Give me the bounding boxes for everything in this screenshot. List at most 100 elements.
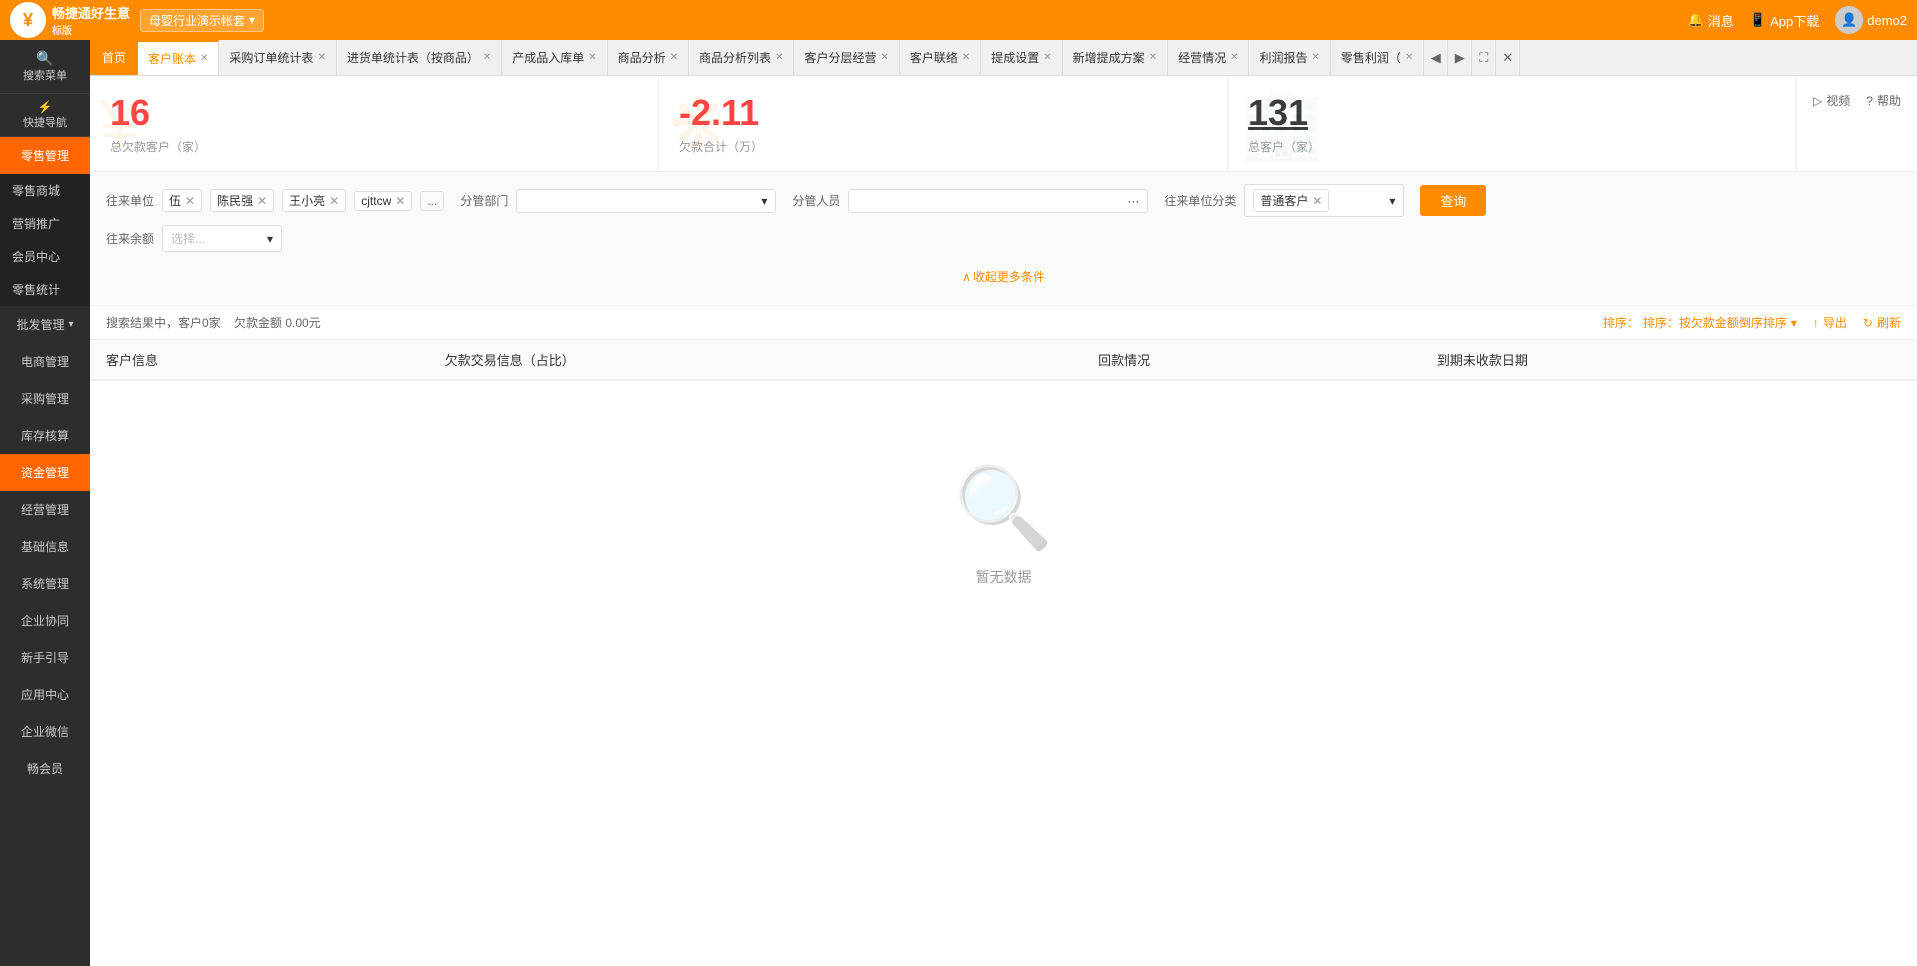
close-icon[interactable]: ✕ bbox=[483, 52, 491, 63]
close-icon[interactable]: ✕ bbox=[670, 52, 678, 63]
tab-add-commission[interactable]: 新增提成方案 ✕ bbox=[1063, 40, 1168, 76]
avatar: 👤 bbox=[1835, 6, 1863, 34]
collapse-button[interactable]: ∧ 收起更多条件 bbox=[962, 268, 1045, 285]
remove-unit-class[interactable]: ✕ bbox=[1312, 194, 1322, 208]
tab-customer-tier[interactable]: 客户分层经营 ✕ bbox=[794, 40, 899, 76]
dept-filter-select[interactable]: ▾ bbox=[516, 189, 776, 213]
content-area: 首页 客户账本 ✕ 采购订单统计表 ✕ 进货单统计表（按商品） ✕ 产成品入库单… bbox=[90, 40, 1917, 966]
close-icon[interactable]: ✕ bbox=[317, 52, 325, 63]
video-help-button[interactable]: ▷ 视频 bbox=[1813, 92, 1850, 109]
close-icon[interactable]: ✕ bbox=[1149, 52, 1157, 63]
unit-class-label: 往来单位分类 bbox=[1164, 192, 1236, 209]
close-icon[interactable]: ✕ bbox=[1312, 52, 1320, 63]
query-button[interactable]: 查询 bbox=[1420, 185, 1486, 216]
search-icon: 🔍 bbox=[36, 50, 53, 66]
download-icon: 📱 bbox=[1750, 12, 1766, 28]
sidebar-item-member[interactable]: 会员中心 bbox=[0, 240, 90, 273]
close-icon[interactable]: ✕ bbox=[1405, 52, 1413, 63]
filter-row-2: 往来余额 选择... ▾ bbox=[106, 225, 1901, 252]
data-table: 客户信息 欠款交易信息（占比） 回款情况 到期未收款日期 bbox=[90, 340, 1917, 381]
person-filter-label: 分管人员 bbox=[792, 192, 840, 209]
stat-overdue-amount: ❋ -2.11 欠款合计（万） bbox=[659, 76, 1228, 171]
search-result-bar: 搜索结果中，客户0家 欠款金额 0.00元 排序： 排序：按欠款金额倒序排序 ▾… bbox=[90, 306, 1917, 340]
tab-maximize[interactable]: ⛶ bbox=[1472, 40, 1496, 76]
close-icon[interactable]: ✕ bbox=[200, 53, 208, 64]
sidebar-item-wechat[interactable]: 企业微信 bbox=[0, 713, 90, 750]
unit-class-select[interactable]: 普通客户 ✕ ▾ bbox=[1244, 184, 1404, 217]
sidebar-quick-nav[interactable]: ⚡ 快捷导航 bbox=[0, 94, 90, 137]
person-filter-select[interactable]: ··· bbox=[848, 189, 1148, 213]
result-summary: 搜索结果中，客户0家 欠款金额 0.00元 bbox=[106, 314, 321, 331]
sidebar-item-basic-info[interactable]: 基础信息 bbox=[0, 528, 90, 565]
close-icon[interactable]: ✕ bbox=[1230, 52, 1238, 63]
empty-state: 🔍 暂无数据 bbox=[90, 381, 1917, 667]
tab-production-inbound[interactable]: 产成品入库单 ✕ bbox=[502, 40, 607, 76]
tab-retail-profit[interactable]: 零售利润（ ✕ bbox=[1331, 40, 1424, 76]
sidebar-item-operations[interactable]: 经营管理 bbox=[0, 491, 90, 528]
close-icon[interactable]: ✕ bbox=[1043, 52, 1051, 63]
col-due-date: 到期未收款日期 bbox=[1421, 340, 1917, 380]
close-icon[interactable]: ✕ bbox=[775, 52, 783, 63]
refresh-button[interactable]: ↻ 刷新 bbox=[1863, 314, 1901, 331]
tab-inbound-by-product[interactable]: 进货单统计表（按商品） ✕ bbox=[337, 40, 502, 76]
sidebar-item-wholesale[interactable]: 批发管理 ▾ bbox=[0, 306, 90, 343]
tab-close-all[interactable]: ✕ bbox=[1496, 40, 1520, 76]
stat-total-customers: 🏢 131 总客户（家） bbox=[1228, 76, 1797, 171]
sidebar-item-enterprise-collab[interactable]: 企业协同 bbox=[0, 602, 90, 639]
balance-filter-select[interactable]: 选择... ▾ bbox=[162, 225, 282, 252]
tab-customer-account[interactable]: 客户账本 ✕ bbox=[138, 40, 219, 76]
more-tags-button[interactable]: ... bbox=[420, 191, 444, 211]
dept-filter-label: 分管部门 bbox=[460, 192, 508, 209]
tab-profit-report[interactable]: 利润报告 ✕ bbox=[1249, 40, 1330, 76]
messages-button[interactable]: 🔔 消息 bbox=[1688, 11, 1734, 30]
close-icon[interactable]: ✕ bbox=[588, 52, 596, 63]
sidebar-item-inventory[interactable]: 库存核算 bbox=[0, 417, 90, 454]
filter-tag-chen[interactable]: 陈民强 ✕ bbox=[210, 189, 274, 212]
sidebar-item-purchase[interactable]: 采购管理 bbox=[0, 380, 90, 417]
chevron-down-icon: ▾ bbox=[249, 13, 255, 27]
close-icon[interactable]: ✕ bbox=[880, 52, 888, 63]
tab-purchase-order[interactable]: 采购订单统计表 ✕ bbox=[219, 40, 336, 76]
remove-filter-wu[interactable]: ✕ bbox=[185, 194, 195, 208]
sidebar-item-system[interactable]: 系统管理 bbox=[0, 565, 90, 602]
tab-scroll-right[interactable]: ▶ bbox=[1448, 40, 1472, 76]
remove-filter-chen[interactable]: ✕ bbox=[257, 194, 267, 208]
sort-select[interactable]: 排序： 排序：按欠款金额倒序排序 ▾ bbox=[1603, 314, 1797, 331]
remove-filter-cjttcw[interactable]: ✕ bbox=[395, 194, 405, 208]
app-download-button[interactable]: 📱 App下载 bbox=[1750, 11, 1819, 30]
refresh-icon: ↻ bbox=[1863, 316, 1873, 330]
tab-commission-settings[interactable]: 提成设置 ✕ bbox=[981, 40, 1062, 76]
tab-product-analysis[interactable]: 商品分析 ✕ bbox=[608, 40, 689, 76]
sidebar-item-app-center[interactable]: 应用中心 bbox=[0, 676, 90, 713]
unit-class-tag[interactable]: 普通客户 ✕ bbox=[1253, 189, 1329, 212]
sidebar-item-ecommerce[interactable]: 电商管理 bbox=[0, 343, 90, 380]
main-layout: 🔍 搜索菜单 ⚡ 快捷导航 零售管理 零售商城 营销推广 会员中心 零售统计 批… bbox=[0, 40, 1917, 966]
help-button[interactable]: ? 帮助 bbox=[1866, 92, 1901, 109]
tab-scroll-left[interactable]: ◀ bbox=[1424, 40, 1448, 76]
sidebar-item-guide[interactable]: 新手引导 bbox=[0, 639, 90, 676]
sidebar-item-retail-stats[interactable]: 零售统计 bbox=[0, 273, 90, 306]
help-area: ▷ 视频 ? 帮助 bbox=[1797, 76, 1917, 171]
nav-icon: ⚡ bbox=[38, 100, 53, 114]
close-icon[interactable]: ✕ bbox=[962, 52, 970, 63]
sidebar-item-vip[interactable]: 畅会员 bbox=[0, 750, 90, 787]
export-button[interactable]: ↑ 导出 bbox=[1813, 314, 1847, 331]
sidebar-item-retail-mall[interactable]: 零售商城 bbox=[0, 174, 90, 207]
tab-customer-contact[interactable]: 客户联络 ✕ bbox=[900, 40, 981, 76]
tab-home[interactable]: 首页 bbox=[90, 40, 138, 76]
user-profile[interactable]: 👤 demo2 bbox=[1835, 6, 1907, 34]
filter-tag-wu[interactable]: 伍 ✕ bbox=[162, 189, 202, 212]
app-wrapper: ¥ 畅捷通好生意 标版 母婴行业演示帐套 ▾ 🔔 消息 📱 App下载 👤 de… bbox=[0, 0, 1917, 966]
remove-filter-wang[interactable]: ✕ bbox=[329, 194, 339, 208]
sidebar-item-retail[interactable]: 零售管理 bbox=[0, 137, 90, 174]
tab-operations[interactable]: 经营情况 ✕ bbox=[1168, 40, 1249, 76]
sidebar-search[interactable]: 🔍 搜索菜单 bbox=[0, 40, 90, 94]
filter-tag-cjttcw[interactable]: cjttcw ✕ bbox=[354, 191, 412, 211]
filter-tag-wang[interactable]: 王小亮 ✕ bbox=[282, 189, 346, 212]
chevron-down-icon: ▾ bbox=[68, 319, 73, 330]
sidebar-item-marketing[interactable]: 营销推广 bbox=[0, 207, 90, 240]
unit-filter-label: 往来单位 bbox=[106, 192, 154, 209]
sidebar-item-finance[interactable]: 资金管理 bbox=[0, 454, 90, 491]
account-dropdown[interactable]: 母婴行业演示帐套 ▾ bbox=[140, 9, 264, 32]
tab-product-analysis-list[interactable]: 商品分析列表 ✕ bbox=[689, 40, 794, 76]
